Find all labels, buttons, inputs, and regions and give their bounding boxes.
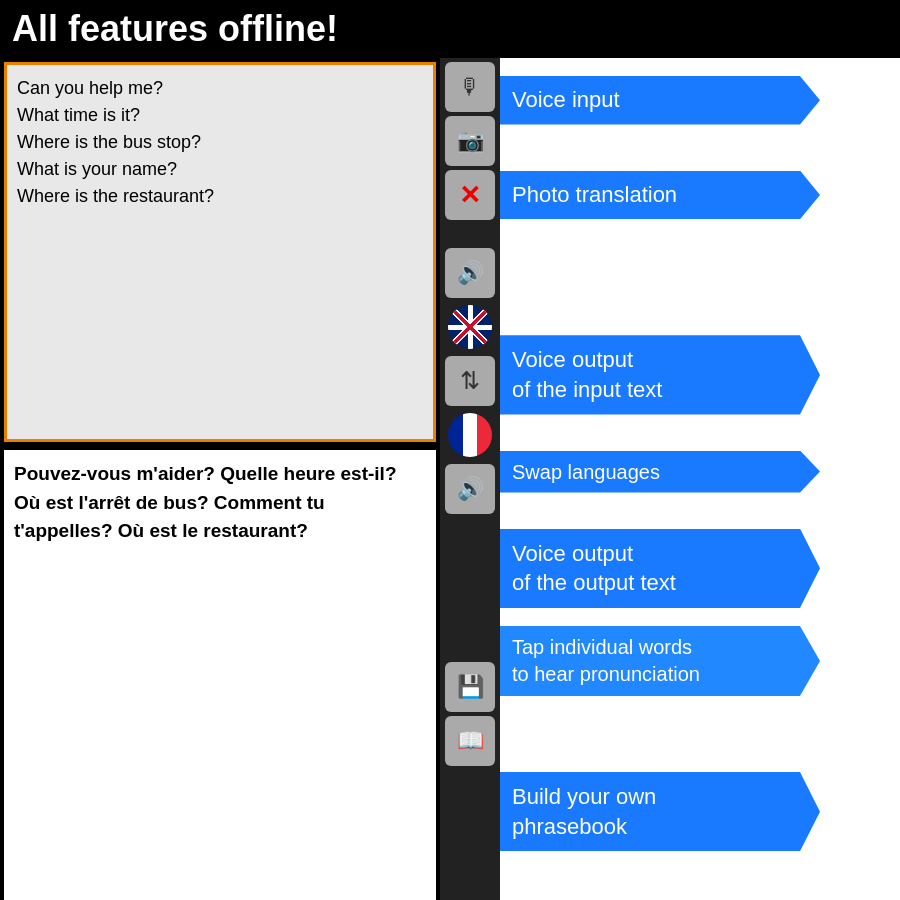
swap-languages-label-row: Swap languages: [500, 451, 900, 493]
tap-individual-arrow: Tap individual wordsto hear pronunciatio…: [500, 626, 820, 696]
photo-translation-label: Photo translation: [512, 182, 677, 207]
output-text-area: Pouvez-vous m'aider? Quelle heure est-il…: [4, 450, 436, 900]
speaker-icon: 🔊: [457, 260, 484, 286]
camera-icon: 📷: [457, 128, 484, 154]
voice-output-input-label-row: Voice outputof the input text: [500, 335, 900, 414]
phrasebook-button[interactable]: 📖: [445, 716, 495, 766]
voice-output-output-arrow: Voice outputof the output text: [500, 529, 820, 608]
input-text: Can you help me?What time is it?Where is…: [17, 78, 214, 206]
tap-individual-label: Tap individual wordsto hear pronunciatio…: [512, 636, 700, 685]
voice-output-output-label: Voice outputof the output text: [512, 541, 676, 596]
left-panel: Can you help me?What time is it?Where is…: [0, 58, 440, 900]
header: All features offline!: [0, 0, 900, 58]
swap-icon: ⇅: [460, 367, 480, 395]
voice-input-label-row: Voice input: [500, 76, 900, 125]
swap-languages-arrow: Swap languages: [500, 451, 820, 493]
language-from-button[interactable]: [445, 302, 495, 352]
save-icon: 💾: [457, 674, 484, 700]
book-icon: 📖: [457, 728, 484, 754]
voice-input-label: Voice input: [512, 87, 620, 112]
speaker-output-icon: 🔊: [457, 476, 484, 502]
voice-output-output-label-row: Voice outputof the output text: [500, 529, 900, 608]
france-flag-icon: [448, 413, 492, 457]
input-text-area[interactable]: Can you help me?What time is it?Where is…: [4, 62, 436, 442]
app-title: All features offline!: [12, 8, 338, 49]
language-to-button[interactable]: [445, 410, 495, 460]
microphone-icon: 🎙: [459, 74, 481, 100]
voice-input-arrow: Voice input: [500, 76, 820, 125]
main-layout: Can you help me?What time is it?Where is…: [0, 58, 900, 900]
build-phrasebook-label-row: Build your ownphrasebook: [500, 772, 900, 851]
speak-output-button[interactable]: 🔊: [445, 464, 495, 514]
clear-button[interactable]: ✕: [445, 170, 495, 220]
build-phrasebook-arrow: Build your ownphrasebook: [500, 772, 820, 851]
tap-individual-label-row: Tap individual wordsto hear pronunciatio…: [500, 626, 900, 696]
speak-input-button[interactable]: 🔊: [445, 248, 495, 298]
save-button[interactable]: 💾: [445, 662, 495, 712]
close-icon: ✕: [459, 180, 481, 211]
build-phrasebook-label: Build your ownphrasebook: [512, 784, 656, 839]
photo-translation-arrow: Photo translation: [500, 171, 820, 220]
right-panel: Voice input Photo translation Voice outp…: [500, 58, 900, 900]
swap-languages-button[interactable]: ⇅: [445, 356, 495, 406]
toolbar: 🎙 📷 ✕ 🔊 ⇅: [440, 58, 500, 900]
photo-translation-label-row: Photo translation: [500, 171, 900, 220]
photo-translation-button[interactable]: 📷: [445, 116, 495, 166]
voice-output-input-arrow: Voice outputof the input text: [500, 335, 820, 414]
swap-languages-label: Swap languages: [512, 461, 660, 483]
output-text: Pouvez-vous m'aider? Quelle heure est-il…: [14, 463, 397, 541]
voice-output-input-label: Voice outputof the input text: [512, 347, 662, 402]
voice-input-button[interactable]: 🎙: [445, 62, 495, 112]
uk-flag-icon: [448, 305, 492, 349]
